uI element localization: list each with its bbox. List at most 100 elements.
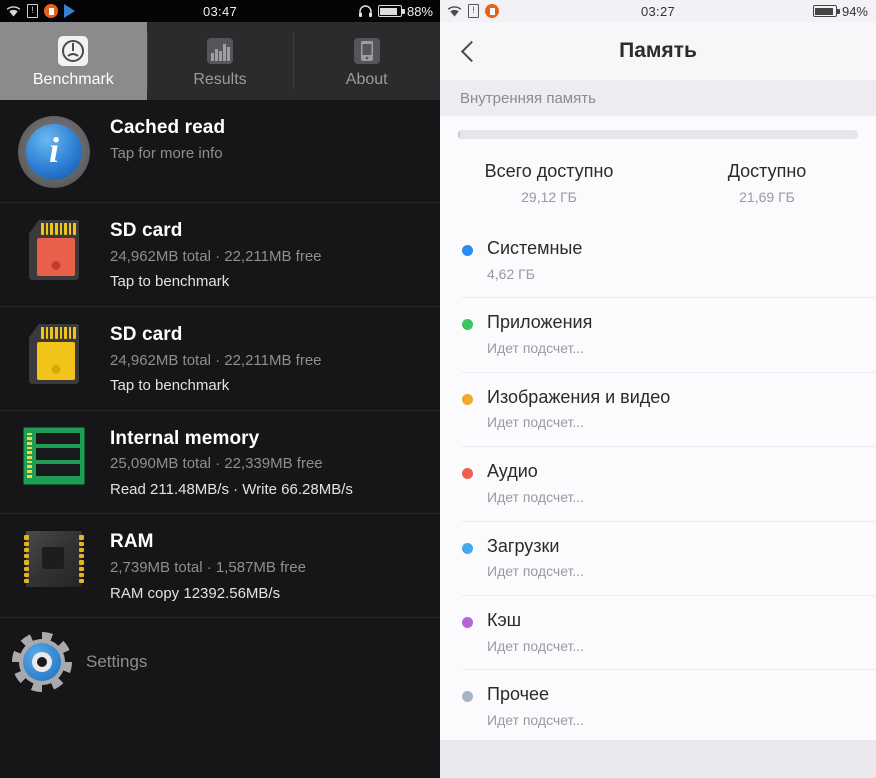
category-value: Идет подсчет... <box>487 339 585 356</box>
storage-category-list: Системные 4,62 ГБ Приложения Идет подсче… <box>440 223 876 744</box>
cached-read-texts: Cached read Tap for more info <box>110 114 426 163</box>
category-value: Идет подсчет... <box>487 488 585 505</box>
category-texts: Изображения и видео Идет подсчет... <box>487 387 856 431</box>
cached-read-subtitle: Tap for more info <box>110 144 223 162</box>
battery-icon <box>812 5 840 17</box>
total-available-value: 29,12 ГБ <box>521 189 577 205</box>
left-status-bar: ! 03:47 88% <box>0 0 440 22</box>
app-bar: Память <box>440 22 876 80</box>
right-status-time: 03:27 <box>640 3 676 19</box>
list-item-internal-memory[interactable]: Internal memory 25,090MB total · 22,339M… <box>0 411 440 515</box>
back-chevron-icon[interactable] <box>440 22 498 80</box>
internal-memory-subtitle: 25,090MB total · 22,339MB free <box>110 455 323 473</box>
list-item-sd-card-1[interactable]: SD card 24,962MB total · 22,211MB free T… <box>0 203 440 307</box>
list-item-ram[interactable]: RAM 2,739MB total · 1,587MB free RAM cop… <box>0 514 440 618</box>
list-item[interactable]: Системные 4,62 ГБ <box>440 223 876 297</box>
tab-about-label: About <box>345 70 388 88</box>
category-name: Изображения и видео <box>487 386 671 407</box>
right-battery-percent: 94% <box>841 3 868 19</box>
tab-about[interactable]: About <box>293 22 440 100</box>
right-panel-storage-settings: ! 03:27 94% Память Внутренняя память Все… <box>440 0 876 778</box>
sd-card-1-action: Tap to benchmark <box>110 273 230 291</box>
bottom-spacer <box>440 740 876 778</box>
total-available-block: Всего доступно 29,12 ГБ <box>440 161 658 205</box>
left-panel-benchmark-app: ! 03:47 88% Benchmark Results About i Ca… <box>0 0 440 778</box>
sd-card-2-subtitle: 24,962MB total · 22,211MB free <box>110 351 322 369</box>
sd-card-1-subtitle: 24,962MB total · 22,211MB free <box>110 247 322 265</box>
battery-icon <box>377 5 405 17</box>
list-item[interactable]: Прочее Идет подсчет... <box>440 669 876 743</box>
category-texts: Загрузки Идет подсчет... <box>487 536 856 580</box>
bar-chart-icon <box>203 34 237 68</box>
right-status-bar: ! 03:27 94% <box>440 0 876 22</box>
sd-card-1-texts: SD card 24,962MB total · 22,211MB free T… <box>110 217 426 292</box>
list-item[interactable]: Аудио Идет подсчет... <box>440 446 876 520</box>
internal-memory-action: Read 211.48MB/s · Write 66.28MB/s <box>110 480 353 498</box>
category-texts: Кэш Идет подсчет... <box>487 610 856 654</box>
speedometer-icon <box>56 34 90 68</box>
internal-memory-title: Internal memory <box>110 427 260 449</box>
available-block: Доступно 21,69 ГБ <box>658 161 876 205</box>
category-name: Системные <box>487 238 583 258</box>
benchmark-list: i Cached read Tap for more info SD card <box>0 100 440 706</box>
list-item-sd-card-2[interactable]: SD card 24,962MB total · 22,211MB free T… <box>0 307 440 411</box>
category-color-dot <box>462 468 473 480</box>
left-status-right: 88% <box>358 4 433 19</box>
ram-texts: RAM 2,739MB total · 1,587MB free RAM cop… <box>110 528 426 603</box>
headphones-icon <box>358 4 372 17</box>
available-value: 21,69 ГБ <box>739 189 795 205</box>
category-value: Идет подсчет... <box>487 563 585 580</box>
category-color-dot <box>462 245 473 256</box>
tab-benchmark-label: Benchmark <box>32 70 114 88</box>
category-name: Кэш <box>487 609 522 630</box>
tab-benchmark[interactable]: Benchmark <box>0 22 147 100</box>
ram-action: RAM copy 12392.56MB/s <box>110 584 281 602</box>
dual-screenshot-composite: ! 03:47 88% Benchmark Results About i Ca… <box>0 0 876 778</box>
sd-card-red-icon <box>12 217 96 281</box>
category-name: Приложения <box>487 312 593 333</box>
sd-card-2-action: Tap to benchmark <box>110 377 230 394</box>
category-color-dot <box>462 542 473 554</box>
category-value: Идет подсчет... <box>487 414 585 431</box>
sd-card-yellow-icon <box>12 321 96 385</box>
info-icon: i <box>12 114 96 188</box>
category-texts: Аудио Идет подсчет... <box>487 461 856 505</box>
storage-totals: Всего доступно 29,12 ГБ Доступно 21,69 Г… <box>440 161 876 205</box>
ram-title: RAM <box>110 531 154 553</box>
section-header-internal-storage: Внутренняя память <box>440 80 876 116</box>
list-item[interactable]: Кэш Идет подсчет... <box>440 594 876 669</box>
list-item-cached-read[interactable]: i Cached read Tap for more info <box>0 100 440 203</box>
settings-label: Settings <box>86 652 148 671</box>
gear-icon <box>12 632 72 692</box>
tab-results[interactable]: Results <box>146 22 294 100</box>
available-label: Доступно <box>727 161 807 181</box>
list-item-settings[interactable]: Settings <box>0 618 440 706</box>
category-name: Прочее <box>487 684 549 705</box>
tab-bar: Benchmark Results About <box>0 22 440 100</box>
left-battery-percent: 88% <box>406 3 433 19</box>
category-name: Загрузки <box>487 535 560 556</box>
category-texts: Прочее Идет подсчет... <box>487 684 856 728</box>
internal-memory-texts: Internal memory 25,090MB total · 22,339M… <box>110 425 426 500</box>
storage-summary: Всего доступно 29,12 ГБ Доступно 21,69 Г… <box>440 116 876 223</box>
sd-card-2-title: SD card <box>110 323 183 345</box>
category-value: Идет подсчет... <box>487 711 585 728</box>
sd-card-2-texts: SD card 24,962MB total · 22,211MB free T… <box>110 321 426 396</box>
category-color-dot <box>462 319 473 331</box>
ram-chip-icon <box>12 528 96 589</box>
category-color-dot <box>462 393 473 405</box>
phone-icon <box>350 34 384 68</box>
sd-card-1-title: SD card <box>110 220 183 241</box>
category-color-dot <box>462 691 473 703</box>
category-texts: Приложения Идет подсчет... <box>487 312 856 356</box>
ram-subtitle: 2,739MB total · 1,587MB free <box>110 559 306 576</box>
list-item[interactable]: Изображения и видео Идет подсчет... <box>440 371 876 446</box>
storage-progress-bar <box>458 130 858 139</box>
list-item[interactable]: Загрузки Идет подсчет... <box>440 520 876 595</box>
page-title: Память <box>619 39 697 62</box>
tab-results-label: Results <box>193 70 247 88</box>
category-name: Аудио <box>487 461 538 482</box>
category-value: 4,62 ГБ <box>487 265 535 282</box>
cached-read-title: Cached read <box>110 117 226 138</box>
list-item[interactable]: Приложения Идет подсчет... <box>440 297 876 371</box>
